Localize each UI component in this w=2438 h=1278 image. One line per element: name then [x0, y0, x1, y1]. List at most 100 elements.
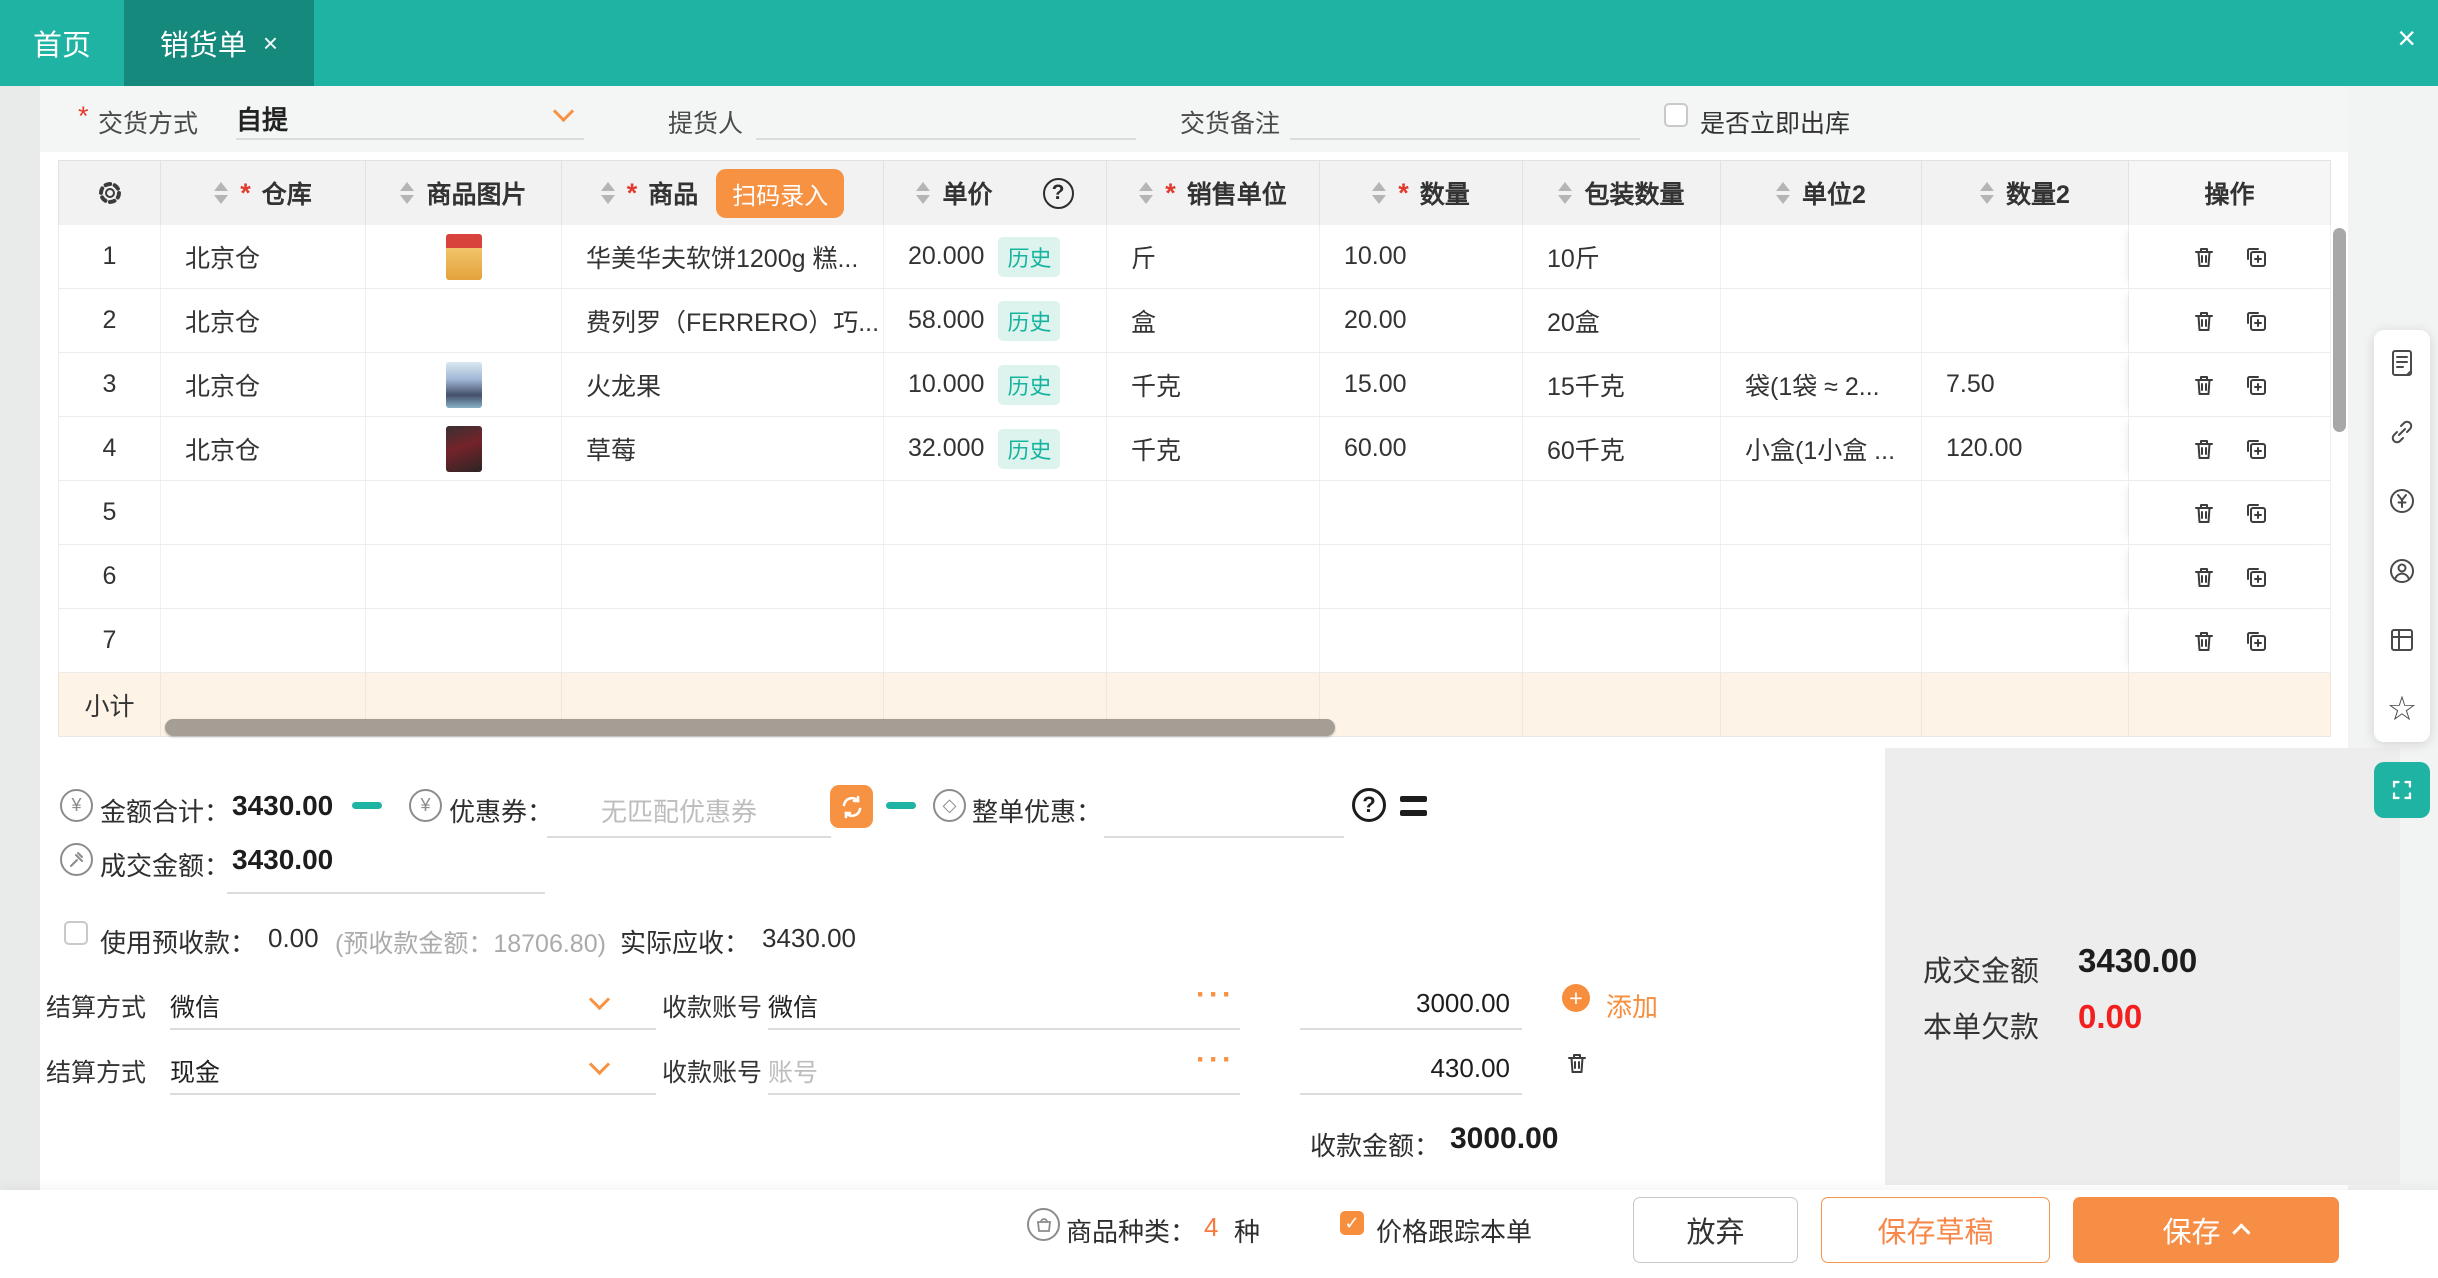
product-image-cell[interactable]: [366, 225, 562, 288]
window-close-icon[interactable]: ×: [2397, 22, 2416, 54]
product-cell[interactable]: [562, 609, 884, 672]
order-discount-input[interactable]: [1104, 836, 1344, 838]
column-settings-cell[interactable]: [59, 161, 161, 225]
sales-unit-cell[interactable]: [1107, 481, 1320, 544]
favorite-star-icon[interactable]: ☆: [2387, 692, 2417, 726]
quantity2-cell[interactable]: [1922, 225, 2129, 288]
product-cell[interactable]: 火龙果: [562, 353, 884, 416]
delete-row-icon[interactable]: [2189, 626, 2219, 656]
deal-amount-value[interactable]: 3430.00: [232, 844, 333, 876]
sort-icon[interactable]: [400, 182, 415, 204]
quantity2-cell[interactable]: 7.50: [1922, 353, 2129, 416]
price-cell[interactable]: [884, 545, 1107, 608]
package-quantity-cell[interactable]: 60千克: [1523, 417, 1721, 480]
refresh-coupon-button[interactable]: [830, 785, 873, 828]
add-payment-label[interactable]: 添加: [1606, 987, 1658, 1024]
quantity2-cell[interactable]: [1922, 545, 2129, 608]
unit2-cell[interactable]: 袋(1袋 ≈ 2...: [1721, 353, 1922, 416]
sales-unit-cell[interactable]: 千克: [1107, 353, 1320, 416]
price-cell[interactable]: 32.000 历史: [884, 417, 1107, 480]
immediate-outbound-checkbox[interactable]: [1664, 103, 1688, 127]
product-image-cell[interactable]: [366, 353, 562, 416]
delete-row-icon[interactable]: [2189, 498, 2219, 528]
warehouse-cell[interactable]: [161, 545, 366, 608]
quantity2-cell[interactable]: 120.00: [1922, 417, 2129, 480]
delete-row-icon[interactable]: [2189, 434, 2219, 464]
header-unit-price[interactable]: 单价?: [884, 161, 1107, 225]
unit2-cell[interactable]: 小盒(1小盒 ...: [1721, 417, 1922, 480]
receipt-icon[interactable]: [2385, 346, 2419, 380]
delete-row-icon[interactable]: [2189, 306, 2219, 336]
coupon-select[interactable]: 无匹配优惠券: [601, 792, 757, 829]
copy-row-icon[interactable]: [2241, 306, 2271, 336]
unit2-cell[interactable]: [1721, 289, 1922, 352]
sales-unit-cell[interactable]: [1107, 609, 1320, 672]
warehouse-cell[interactable]: 北京仓: [161, 225, 366, 288]
copy-row-icon[interactable]: [2241, 370, 2271, 400]
quantity-cell[interactable]: [1320, 481, 1523, 544]
quantity-cell[interactable]: 15.00: [1320, 353, 1523, 416]
price-cell[interactable]: [884, 481, 1107, 544]
sales-unit-cell[interactable]: [1107, 545, 1320, 608]
unit2-cell[interactable]: [1721, 481, 1922, 544]
sort-icon[interactable]: [1139, 182, 1154, 204]
warehouse-cell[interactable]: 北京仓: [161, 417, 366, 480]
more-options-icon[interactable]: ···: [1196, 1043, 1235, 1077]
sort-icon[interactable]: [1558, 182, 1573, 204]
settlement-method-select[interactable]: 现金: [170, 1053, 220, 1089]
package-quantity-cell[interactable]: [1523, 545, 1721, 608]
history-badge[interactable]: 历史: [998, 364, 1061, 405]
product-cell[interactable]: 华美华夫软饼1200g 糕...: [562, 225, 884, 288]
link-icon[interactable]: [2385, 415, 2419, 449]
copy-row-icon[interactable]: [2241, 498, 2271, 528]
sales-unit-cell[interactable]: 千克: [1107, 417, 1320, 480]
more-options-icon[interactable]: ···: [1196, 978, 1235, 1012]
package-quantity-cell[interactable]: [1523, 481, 1721, 544]
price-track-checkbox[interactable]: ✓: [1340, 1211, 1364, 1235]
product-cell[interactable]: 费列罗（FERRERO）巧...: [562, 289, 884, 352]
copy-row-icon[interactable]: [2241, 242, 2271, 272]
product-cell[interactable]: [562, 481, 884, 544]
add-payment-icon[interactable]: +: [1562, 984, 1590, 1012]
scan-entry-button[interactable]: 扫码录入: [716, 168, 845, 218]
quantity2-cell[interactable]: [1922, 289, 2129, 352]
product-image-cell[interactable]: [366, 545, 562, 608]
tab-close-icon[interactable]: ×: [263, 28, 278, 59]
sort-icon[interactable]: [916, 182, 931, 204]
sort-icon[interactable]: [600, 182, 615, 204]
sort-icon[interactable]: [214, 182, 229, 204]
unit2-cell[interactable]: [1721, 609, 1922, 672]
save-button[interactable]: 保存: [2073, 1197, 2339, 1263]
history-badge[interactable]: 历史: [998, 428, 1061, 469]
product-image-cell[interactable]: [366, 481, 562, 544]
product-image-cell[interactable]: [366, 417, 562, 480]
discard-button[interactable]: 放弃: [1633, 1197, 1798, 1263]
delete-payment-button[interactable]: [1562, 1048, 1592, 1083]
delete-row-icon[interactable]: [2189, 370, 2219, 400]
table-vertical-scrollbar[interactable]: [2333, 228, 2346, 432]
use-prepaid-checkbox[interactable]: [64, 921, 88, 945]
quantity-cell[interactable]: 20.00: [1320, 289, 1523, 352]
package-quantity-cell[interactable]: 10斤: [1523, 225, 1721, 288]
history-badge[interactable]: 历史: [998, 300, 1061, 341]
header-quantity[interactable]: * 数量: [1320, 161, 1523, 225]
price-cell[interactable]: [884, 609, 1107, 672]
receive-account-select[interactable]: 账号: [768, 1053, 818, 1089]
settlement-method-select[interactable]: 微信: [170, 988, 220, 1024]
payment-amount-input[interactable]: 430.00: [1300, 1053, 1510, 1084]
package-quantity-cell[interactable]: 15千克: [1523, 353, 1721, 416]
delivery-method-select[interactable]: 自提: [236, 100, 288, 137]
copy-row-icon[interactable]: [2241, 434, 2271, 464]
receive-account-select[interactable]: 微信: [768, 988, 818, 1024]
price-cell[interactable]: 20.000 历史: [884, 225, 1107, 288]
payment-amount-input[interactable]: 3000.00: [1300, 988, 1510, 1019]
unit2-cell[interactable]: [1721, 225, 1922, 288]
copy-row-icon[interactable]: [2241, 562, 2271, 592]
apps-grid-icon[interactable]: [2385, 623, 2419, 657]
quantity-cell[interactable]: [1320, 545, 1523, 608]
picker-input[interactable]: [756, 138, 1136, 140]
price-cell[interactable]: 10.000 历史: [884, 353, 1107, 416]
delete-row-icon[interactable]: [2189, 562, 2219, 592]
delete-row-icon[interactable]: [2189, 242, 2219, 272]
quantity2-cell[interactable]: [1922, 609, 2129, 672]
